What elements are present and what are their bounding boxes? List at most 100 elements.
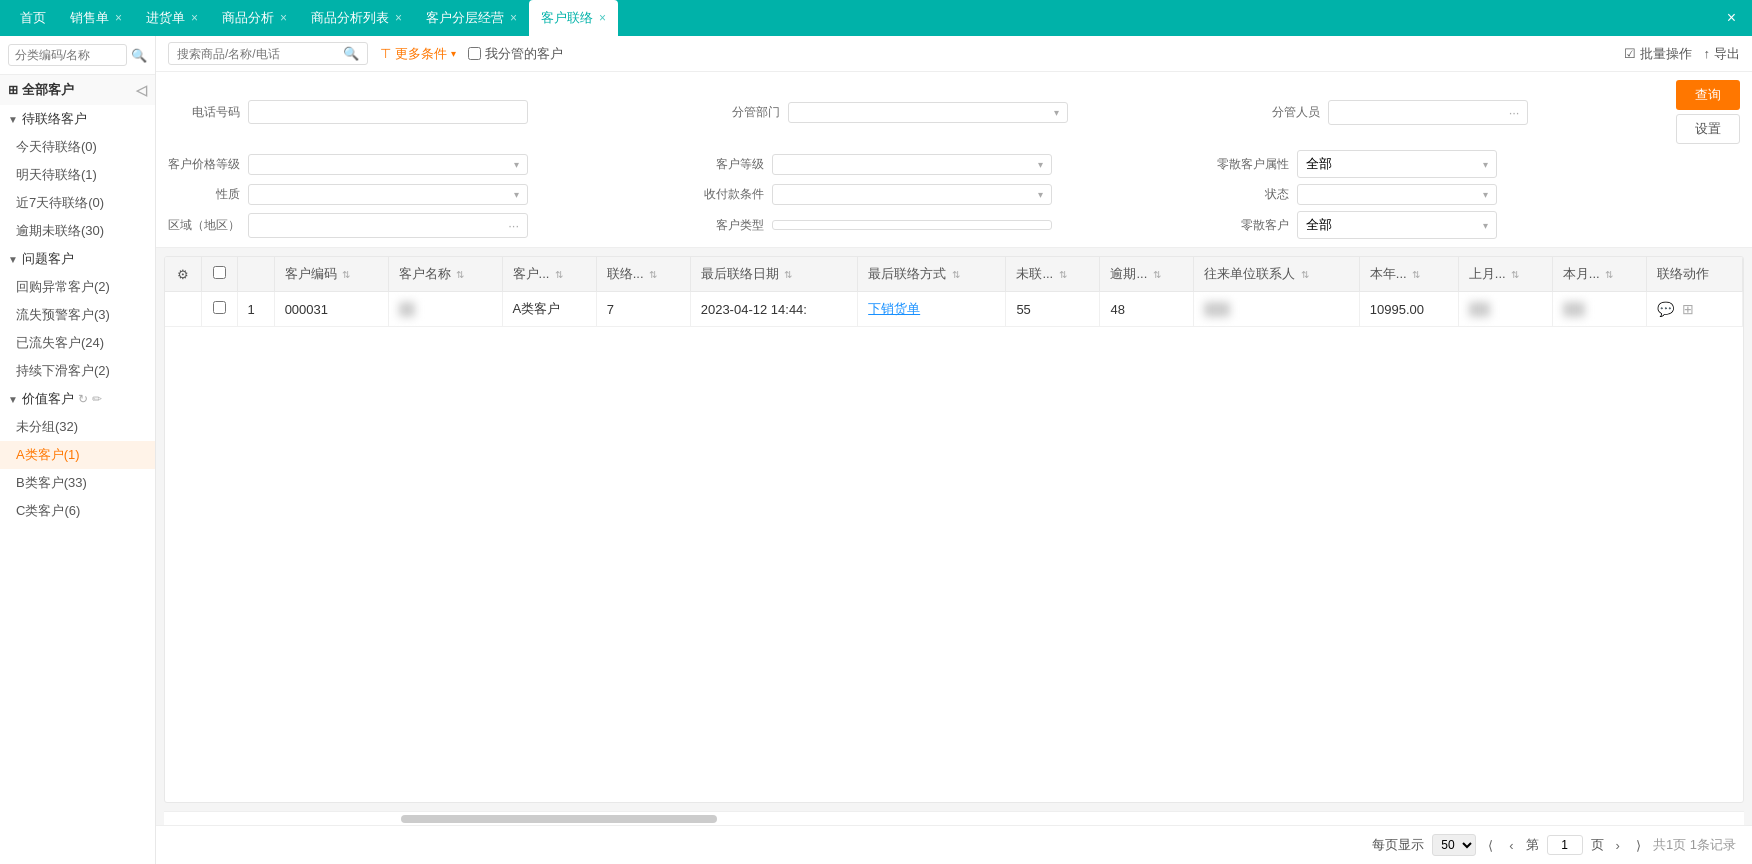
- nav-close-all[interactable]: ×: [1719, 9, 1744, 27]
- settings-col: ⚙: [165, 257, 201, 292]
- nav-customer-contact[interactable]: 客户联络 ×: [529, 0, 618, 36]
- more-filters-btn[interactable]: ⊤ 更多条件 ▾: [380, 45, 456, 63]
- filter-cell-dept: 分管部门 ▾: [708, 102, 1124, 123]
- retail-customer-select[interactable]: 全部 ▾: [1297, 211, 1497, 239]
- nav-sales-close[interactable]: ×: [115, 11, 122, 25]
- grid-icon-action[interactable]: ⊞: [1682, 301, 1694, 317]
- page-input[interactable]: [1547, 835, 1583, 855]
- sidebar-item-7days[interactable]: 近7天待联络(0): [0, 189, 155, 217]
- sidebar-item-churn-warning[interactable]: 流失预警客户(3): [0, 301, 155, 329]
- sidebar-item-repurchase[interactable]: 回购异常客户(2): [0, 273, 155, 301]
- sidebar-collapse-btn[interactable]: ◁: [136, 82, 147, 98]
- edit-icon[interactable]: ✏: [92, 392, 102, 406]
- sidebar-item-overdue[interactable]: 逾期未联络(30): [0, 217, 155, 245]
- filter-search-input[interactable]: [177, 47, 343, 61]
- last-method-link[interactable]: 下销货单: [868, 301, 920, 316]
- sort-overdue-icon[interactable]: ⇅: [1153, 269, 1161, 280]
- sidebar-group-pending[interactable]: ▼ 待联络客户: [0, 105, 155, 133]
- select-all-checkbox[interactable]: [213, 266, 226, 279]
- row-checkbox[interactable]: [213, 301, 226, 314]
- customer-level-arrow: ▾: [1038, 159, 1043, 170]
- sort-lmonth-icon[interactable]: ⇅: [1511, 269, 1519, 280]
- dept-arrow-icon: ▾: [1054, 107, 1059, 118]
- sidebar-search-input[interactable]: [8, 44, 127, 66]
- payment-select[interactable]: ▾: [772, 184, 1052, 205]
- row-actions: 💬 ⊞: [1646, 292, 1742, 327]
- customer-level-select[interactable]: ▾: [772, 154, 1052, 175]
- nav-analysis[interactable]: 商品分析 ×: [210, 0, 299, 36]
- phone-input[interactable]: [248, 100, 528, 124]
- sort-level-icon[interactable]: ⇅: [555, 269, 563, 280]
- status-label: 状态: [1217, 186, 1297, 203]
- sort-name-icon[interactable]: ⇅: [456, 269, 464, 280]
- col-last-month: 上月... ⇅: [1458, 257, 1552, 292]
- sidebar-item-a-class[interactable]: A类客户(1): [0, 441, 155, 469]
- sort-tmonth-icon[interactable]: ⇅: [1605, 269, 1613, 280]
- batch-operation-btn[interactable]: ☑ 批量操作: [1624, 45, 1692, 63]
- export-btn[interactable]: ↑ 导出: [1704, 45, 1741, 63]
- page-next-last[interactable]: ⟩: [1632, 836, 1645, 855]
- nav-customer-segment-close[interactable]: ×: [510, 11, 517, 25]
- filter-cell-phone: 电话号码: [168, 100, 584, 124]
- sort-contact-icon[interactable]: ⇅: [649, 269, 657, 280]
- retail-attr-select[interactable]: 全部 ▾: [1297, 150, 1497, 178]
- sidebar-all-customers[interactable]: ⊞ 全部客户 ◁: [0, 75, 155, 105]
- sort-person-icon[interactable]: ⇅: [1301, 269, 1309, 280]
- customer-type-select[interactable]: [772, 220, 1052, 230]
- sidebar-item-churned[interactable]: 已流失客户(24): [0, 329, 155, 357]
- nav-sales[interactable]: 销售单 ×: [58, 0, 134, 36]
- sort-code-icon[interactable]: ⇅: [342, 269, 350, 280]
- filter-search-box[interactable]: 🔍: [168, 42, 368, 65]
- area-select[interactable]: ···: [248, 213, 528, 238]
- assignee-select[interactable]: ···: [1328, 100, 1528, 125]
- nav-customer-contact-close[interactable]: ×: [599, 11, 606, 25]
- page-label: 第: [1526, 836, 1539, 854]
- retail-customer-arrow: ▾: [1483, 220, 1488, 231]
- chat-icon[interactable]: 💬: [1657, 301, 1674, 317]
- area-dots[interactable]: ···: [508, 218, 519, 233]
- nav-analysis-list[interactable]: 商品分析列表 ×: [299, 0, 414, 36]
- horizontal-scrollbar[interactable]: [401, 815, 717, 823]
- my-customers-check[interactable]: [468, 47, 481, 60]
- sidebar-search-icon[interactable]: 🔍: [131, 48, 147, 63]
- nav-analysis-list-close[interactable]: ×: [395, 11, 402, 25]
- page-size-label: 每页显示: [1372, 836, 1424, 854]
- setting-button[interactable]: 设置: [1676, 114, 1740, 144]
- page-prev-first[interactable]: ⟨: [1484, 836, 1497, 855]
- refresh-icon[interactable]: ↻: [78, 392, 88, 406]
- sidebar-item-declining[interactable]: 持续下滑客户(2): [0, 357, 155, 385]
- sidebar-item-today[interactable]: 今天待联络(0): [0, 133, 155, 161]
- customer-level-label: 客户等级: [692, 156, 772, 173]
- nav-purchase[interactable]: 进货单 ×: [134, 0, 210, 36]
- price-level-arrow: ▾: [514, 159, 519, 170]
- sidebar-item-ungraded[interactable]: 未分组(32): [0, 413, 155, 441]
- row-contact-person: RE .: [1194, 292, 1359, 327]
- sidebar-item-tomorrow[interactable]: 明天待联络(1): [0, 161, 155, 189]
- sidebar-group-problem[interactable]: ▼ 问题客户: [0, 245, 155, 273]
- sort-date-icon[interactable]: ⇅: [784, 269, 792, 280]
- sort-uncontacted-icon[interactable]: ⇅: [1059, 269, 1067, 280]
- nav-home[interactable]: 首页: [8, 0, 58, 36]
- sidebar-group-value[interactable]: ▼ 价值客户 ↻ ✏: [0, 385, 155, 413]
- content-area: 🔍 ⊤ 更多条件 ▾ 我分管的客户 ☑ 批量操作 ↑ 导出: [156, 36, 1752, 864]
- gear-icon[interactable]: ⚙: [177, 267, 189, 282]
- assignee-dots[interactable]: ···: [1509, 105, 1520, 120]
- nav-purchase-close[interactable]: ×: [191, 11, 198, 25]
- my-customers-checkbox[interactable]: 我分管的客户: [468, 45, 563, 63]
- page-prev[interactable]: ‹: [1505, 836, 1517, 855]
- page-next[interactable]: ›: [1612, 836, 1624, 855]
- sidebar-item-b-class[interactable]: B类客户(33): [0, 469, 155, 497]
- sort-year-icon[interactable]: ⇅: [1412, 269, 1420, 280]
- data-table: ⚙ 客户编码 ⇅ 客户名称 ⇅: [164, 256, 1744, 803]
- query-button[interactable]: 查询: [1676, 80, 1740, 110]
- dept-select[interactable]: ▾: [788, 102, 1068, 123]
- price-level-select[interactable]: ▾: [248, 154, 528, 175]
- nature-select[interactable]: ▾: [248, 184, 528, 205]
- nav-analysis-close[interactable]: ×: [280, 11, 287, 25]
- nav-customer-segment[interactable]: 客户分层经营 ×: [414, 0, 529, 36]
- col-this-year: 本年... ⇅: [1359, 257, 1458, 292]
- page-size-select[interactable]: 50: [1432, 834, 1476, 856]
- sort-method-icon[interactable]: ⇅: [952, 269, 960, 280]
- status-select[interactable]: ▾: [1297, 184, 1497, 205]
- sidebar-item-c-class[interactable]: C类客户(6): [0, 497, 155, 525]
